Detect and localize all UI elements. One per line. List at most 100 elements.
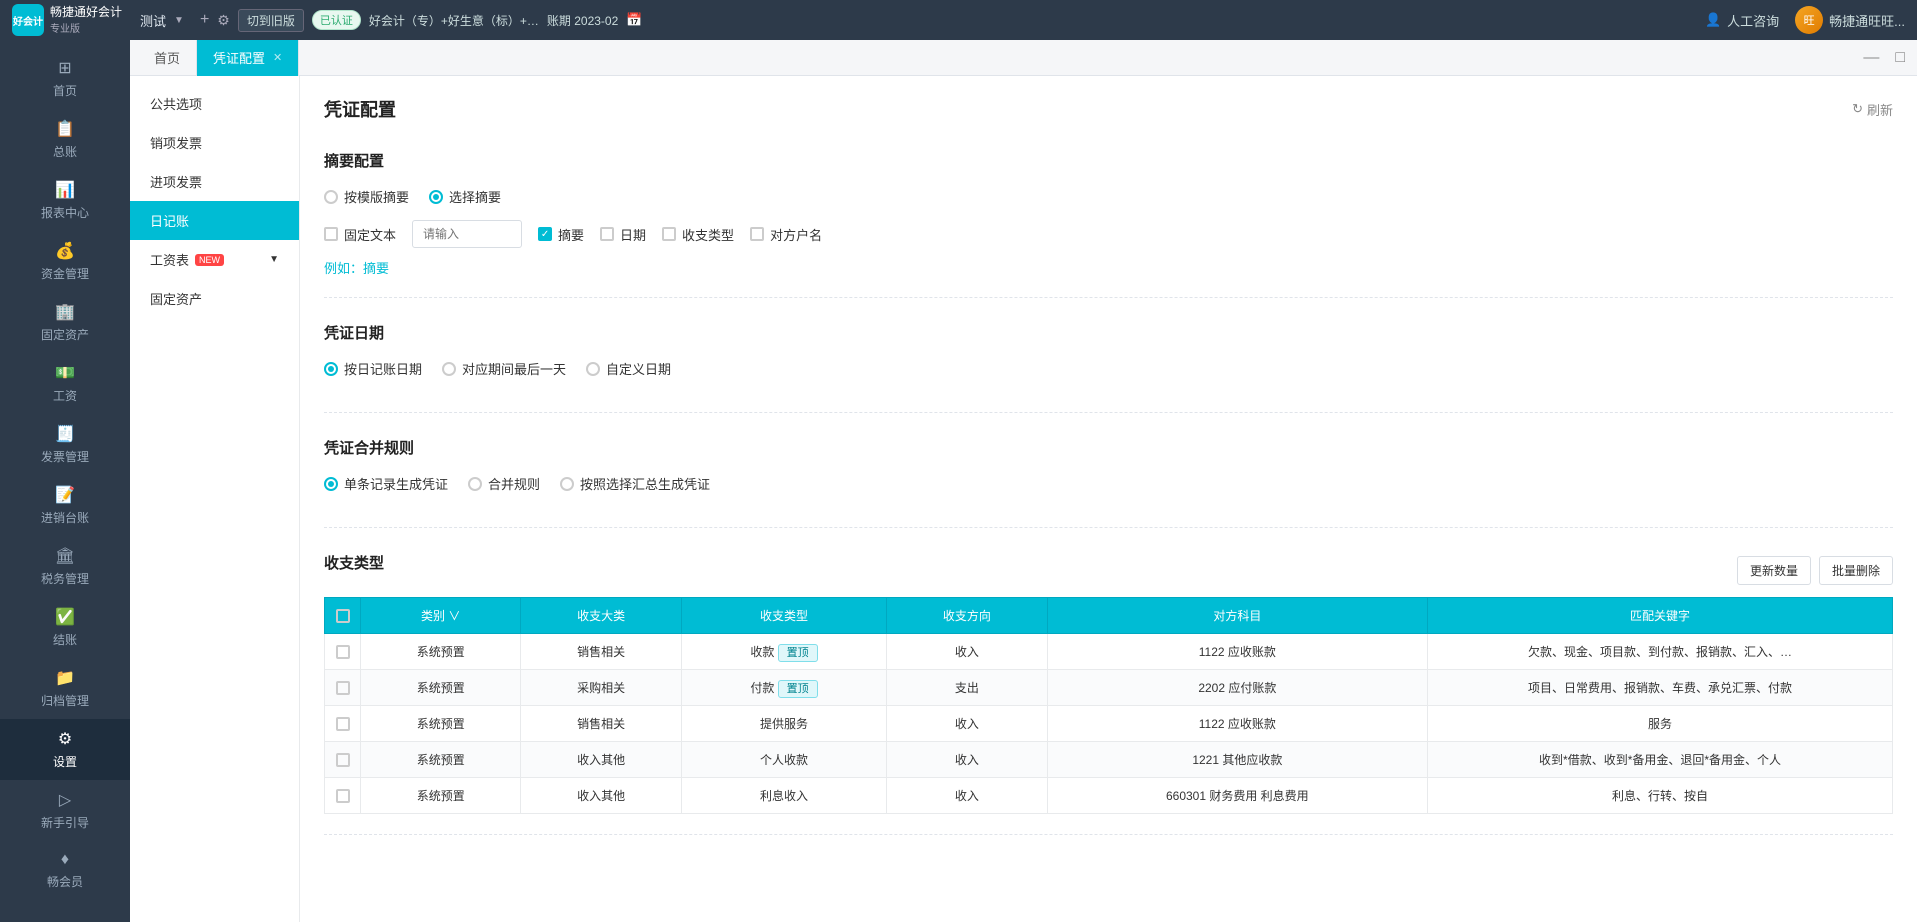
summary-checkbox-row: 固定文本 ✓ 摘要 日期 [324, 220, 1893, 248]
add-icon[interactable]: + [200, 11, 209, 29]
row-checkbox-2[interactable] [325, 670, 361, 706]
checkbox-summary[interactable]: ✓ 摘要 [538, 225, 584, 244]
row-3-category: 系统预置 [361, 706, 521, 742]
update-count-button[interactable]: 更新数量 [1737, 556, 1811, 585]
row-3-checkbox[interactable] [336, 717, 350, 731]
refresh-label: 刷新 [1867, 100, 1893, 119]
row-3-big-type: 销售相关 [521, 706, 681, 742]
radio-merge-rules[interactable]: 合并规则 [468, 474, 540, 493]
radio-last-day[interactable]: 对应期间最后一天 [442, 359, 566, 378]
user-info[interactable]: 旺 畅捷通旺旺... [1795, 6, 1905, 34]
calendar-icon[interactable]: 📅 [626, 12, 642, 28]
row-5-checkbox[interactable] [336, 789, 350, 803]
row-checkbox-1[interactable] [325, 634, 361, 670]
sidebar-item-archive[interactable]: 📁 归档管理 [0, 658, 130, 719]
radio-summary-generate-circle [560, 477, 574, 491]
table-header-checkbox[interactable] [325, 598, 361, 634]
income-section: 收支类型 更新数量 批量删除 类别 ∨ [324, 552, 1893, 835]
row-1-checkbox[interactable] [336, 645, 350, 659]
consult-button[interactable]: 👤 人工咨询 [1705, 11, 1779, 30]
refresh-button[interactable]: ↻ 刷新 [1852, 100, 1893, 119]
sidebar-item-tax[interactable]: 🏛 税务管理 [0, 536, 130, 597]
sidebar-item-close[interactable]: ✅ 结账 [0, 597, 130, 658]
row-checkbox-4[interactable] [325, 742, 361, 778]
radio-custom-date[interactable]: 自定义日期 [586, 359, 671, 378]
row-5-category: 系统预置 [361, 778, 521, 814]
checkbox-counterpart-box [750, 227, 764, 241]
row-checkbox-3[interactable] [325, 706, 361, 742]
radio-select-summary[interactable]: 选择摘要 [429, 187, 501, 206]
checkbox-income-type[interactable]: 收支类型 [662, 225, 734, 244]
checkbox-date[interactable]: 日期 [600, 225, 646, 244]
sidebar-label-close: 结账 [53, 631, 77, 648]
inner-layout: 公共选项 销项发票 进项发票 日记账 工资表 NEW ▼ 固定资产 [130, 76, 1917, 922]
table-row: 系统预置 收入其他 个人收款 收入 1221 其他应收款 收到*借款、收到*备用… [325, 742, 1893, 778]
logo-icon: 好会计 [12, 4, 44, 36]
payroll-expand-arrow[interactable]: ▼ [269, 254, 279, 265]
sidebar-label-archive: 归档管理 [41, 692, 89, 709]
radio-merge-rules-circle [468, 477, 482, 491]
row-4-checkbox[interactable] [336, 753, 350, 767]
left-nav-purchase-invoice[interactable]: 进项发票 [130, 162, 299, 201]
sidebar-item-funds[interactable]: 💰 资金管理 [0, 231, 130, 292]
logo: 好会计 畅捷通好会计 专业版 [12, 4, 122, 36]
row-2-top-tag[interactable]: 置顶 [778, 680, 818, 698]
assets-icon: 🏢 [55, 302, 75, 322]
row-1-top-tag[interactable]: 置顶 [778, 644, 818, 662]
minimize-button[interactable]: — [1859, 47, 1883, 69]
sidebar-item-stock[interactable]: 📝 进销台账 [0, 475, 130, 536]
left-nav-journal-label: 日记账 [150, 211, 189, 230]
radio-journal-date-dot [328, 366, 334, 372]
radio-summary-generate[interactable]: 按照选择汇总生成凭证 [560, 474, 710, 493]
left-nav-public[interactable]: 公共选项 [130, 84, 299, 123]
example-text: 例如：摘要 [324, 258, 1893, 277]
merge-radio-group: 单条记录生成凭证 合并规则 按照选择汇总生成凭证 [324, 474, 1893, 493]
checkbox-summary-check: ✓ [541, 229, 549, 240]
radio-single-record[interactable]: 单条记录生成凭证 [324, 474, 448, 493]
row-5-keywords: 利息、行转、按自 [1428, 778, 1893, 814]
switch-version-button[interactable]: 切到旧版 [238, 9, 304, 32]
avatar: 旺 [1795, 6, 1823, 34]
new-badge: NEW [195, 254, 224, 266]
left-nav-journal[interactable]: 日记账 [130, 201, 299, 240]
row-1-subject: 1122 应收账款 [1047, 634, 1428, 670]
checkbox-counterpart[interactable]: 对方户名 [750, 225, 822, 244]
row-2-category: 系统预置 [361, 670, 521, 706]
sidebar-item-ledger[interactable]: 📋 总账 [0, 109, 130, 170]
left-nav-payroll[interactable]: 工资表 NEW ▼ [130, 240, 299, 279]
row-2-checkbox[interactable] [336, 681, 350, 695]
radio-template-summary[interactable]: 按模版摘要 [324, 187, 409, 206]
tab-close-icon[interactable]: ✕ [273, 51, 282, 64]
tab-home[interactable]: 首页 [138, 40, 197, 76]
select-all-checkbox[interactable] [336, 609, 350, 623]
company-dropdown-arrow[interactable]: ▼ [174, 15, 184, 26]
checkbox-fixed-text[interactable]: 固定文本 [324, 225, 396, 244]
batch-delete-button[interactable]: 批量删除 [1819, 556, 1893, 585]
sidebar-item-invoice[interactable]: 🧾 发票管理 [0, 414, 130, 475]
sidebar-item-member[interactable]: ♦ 畅会员 [0, 841, 130, 900]
row-3-direction: 收入 [887, 706, 1047, 742]
sidebar-item-home[interactable]: ⊞ 首页 [0, 48, 130, 109]
left-nav-sales-invoice[interactable]: 销项发票 [130, 123, 299, 162]
sidebar-label-funds: 资金管理 [41, 265, 89, 282]
sidebar-label-home: 首页 [53, 82, 77, 99]
sidebar-item-reports[interactable]: 📊 报表中心 [0, 170, 130, 231]
maximize-button[interactable]: □ [1891, 47, 1909, 69]
row-5-direction: 收入 [887, 778, 1047, 814]
fixed-text-input[interactable] [412, 220, 522, 248]
consult-icon: 👤 [1705, 12, 1721, 28]
sidebar-item-guide[interactable]: ▷ 新手引导 [0, 780, 130, 841]
member-icon: ♦ [61, 851, 69, 869]
checkbox-fixed-text-label: 固定文本 [344, 225, 396, 244]
row-checkbox-5[interactable] [325, 778, 361, 814]
radio-journal-date[interactable]: 按日记账日期 [324, 359, 422, 378]
sidebar-item-settings[interactable]: ⚙ 设置 [0, 719, 130, 780]
tab-voucher-config[interactable]: 凭证配置 ✕ [197, 40, 299, 76]
left-nav-fixed-assets[interactable]: 固定资产 [130, 279, 299, 318]
guide-icon: ▷ [59, 790, 71, 810]
sidebar-item-salary[interactable]: 💵 工资 [0, 353, 130, 414]
settings-icon[interactable]: ⚙ [217, 12, 230, 29]
sidebar-item-assets[interactable]: 🏢 固定资产 [0, 292, 130, 353]
date-radio-group: 按日记账日期 对应期间最后一天 自定义日期 [324, 359, 1893, 378]
top-bar-actions: + ⚙ 切到旧版 已认证 好会计（专）+好生意（标）+… 账期 2023-02 … [200, 9, 643, 32]
